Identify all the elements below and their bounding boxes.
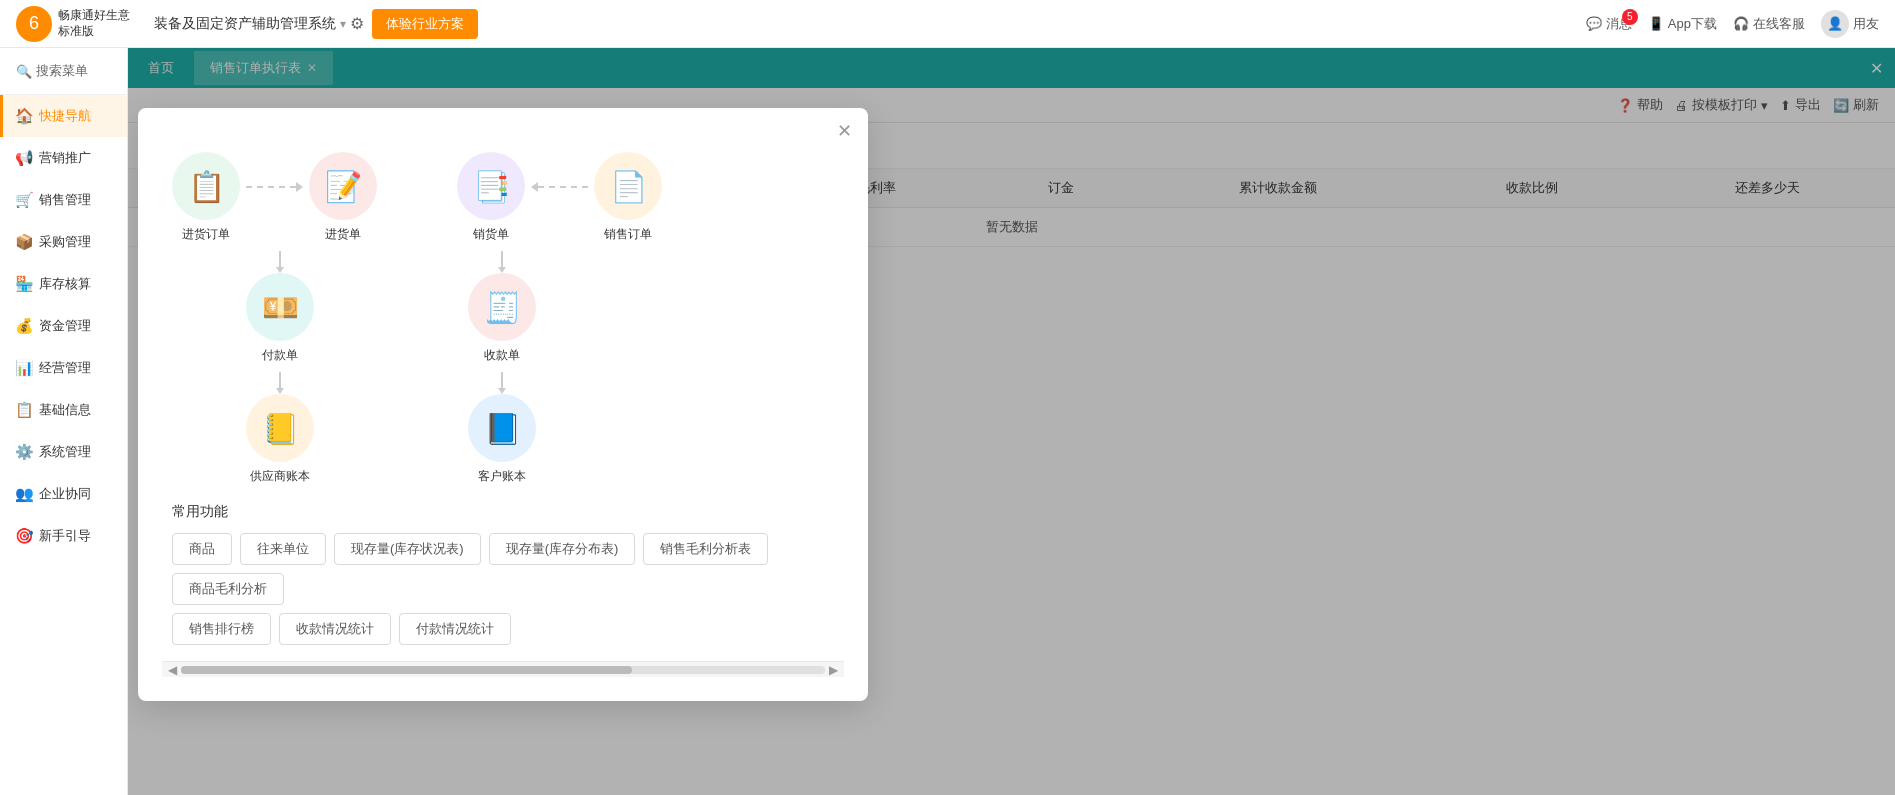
receipt-bill-icon: 🧾 [484, 290, 521, 325]
purchase-order-label: 进货订单 [182, 226, 230, 243]
common-title: 常用功能 [172, 503, 834, 521]
flow-node-purchase-order[interactable]: 📋 进货订单 [172, 152, 240, 243]
top-bar: 6 畅康通好生意 标准版 装备及固定资产辅助管理系统 ▾ ⚙ 体验行业方案 💬 … [0, 0, 1895, 48]
avatar: 👤 [1821, 10, 1849, 38]
func-btn-partners[interactable]: 往来单位 [240, 533, 326, 565]
system-icon: ⚙️ [15, 443, 33, 461]
finance-icon: 💰 [15, 317, 33, 335]
func-btn-goods[interactable]: 商品 [172, 533, 232, 565]
service-icon: 🎧 [1733, 16, 1749, 31]
scrollbar-thumb [181, 666, 632, 674]
customer-ledger-icon: 📘 [484, 411, 521, 446]
guide-icon: 🎯 [15, 527, 33, 545]
main-layout: 🔍 搜索菜单 🏠 快捷导航 📢 营销推广 🛒 销售管理 📦 [0, 48, 1895, 795]
scroll-right-arrow[interactable]: ▶ [825, 663, 842, 677]
flow-node-purchase-bill[interactable]: 📝 进货单 [309, 152, 377, 243]
sidebar-item-purchase[interactable]: 📦 采购管理 [0, 221, 127, 263]
inventory-icon: 🏪 [15, 275, 33, 293]
func-btn-goods-profit[interactable]: 商品毛利分析 [172, 573, 284, 605]
quick-guide-modal: ✕ 📋 进货订单 [138, 108, 868, 701]
common-functions: 常用功能 商品 往来单位 现存量(库存状况表) 现存量(库存分布表) 销售毛利分… [162, 503, 844, 645]
purchase-bill-icon: 📝 [325, 169, 362, 204]
flow-node-payment-bill[interactable]: 💴 付款单 [246, 273, 314, 364]
logo-icon: 6 [16, 6, 52, 42]
sidebar-item-basic-info[interactable]: 📋 基础信息 [0, 389, 127, 431]
basic-info-icon: 📋 [15, 401, 33, 419]
sidebar-item-sales[interactable]: 🛒 销售管理 [0, 179, 127, 221]
func-btn-stock-dist[interactable]: 现存量(库存分布表) [489, 533, 636, 565]
system-title-wrapper: 装备及固定资产辅助管理系统 ▾ ⚙ [154, 14, 364, 33]
sidebar-nav: 🏠 快捷导航 📢 营销推广 🛒 销售管理 📦 采购管理 🏪 库存核 [0, 95, 127, 795]
flow-node-supplier-ledger[interactable]: 📒 供应商账本 [246, 394, 314, 485]
user-menu[interactable]: 👤 用友 [1821, 10, 1879, 38]
purchase-bill-label: 进货单 [325, 226, 361, 243]
func-btn-stock-status[interactable]: 现存量(库存状况表) [334, 533, 481, 565]
flow-node-sales-bill[interactable]: 📑 销货单 [457, 152, 525, 243]
sidebar-item-operations[interactable]: 📊 经营管理 [0, 347, 127, 389]
content-area: 首页 销售订单执行表 ✕ ✕ ❓ 帮助 🖨 按模板打印 ▾ [128, 48, 1895, 795]
sidebar-search-button[interactable]: 🔍 搜索菜单 [8, 58, 119, 84]
sidebar-search-area: 🔍 搜索菜单 [0, 48, 127, 95]
function-buttons: 商品 往来单位 现存量(库存状况表) 现存量(库存分布表) 销售毛利分析表 商品… [172, 533, 834, 605]
trial-button[interactable]: 体验行业方案 [372, 9, 478, 39]
sales-order-label: 销售订单 [604, 226, 652, 243]
brand-text: 畅康通好生意 标准版 [58, 8, 130, 39]
top-bar-right: 💬 消息 5 📱 App下载 🎧 在线客服 👤 用友 [1586, 10, 1879, 38]
receipt-bill-label: 收款单 [484, 347, 520, 364]
payment-bill-icon: 💴 [262, 290, 299, 325]
scrollbar-area: ◀ ▶ [162, 661, 844, 677]
customer-ledger-label: 客户账本 [478, 468, 526, 485]
sidebar: 🔍 搜索菜单 🏠 快捷导航 📢 营销推广 🛒 销售管理 📦 [0, 48, 128, 795]
sidebar-item-quick-nav[interactable]: 🏠 快捷导航 [0, 95, 127, 137]
sidebar-item-enterprise[interactable]: 👥 企业协同 [0, 473, 127, 515]
function-buttons-row2: 销售排行榜 收款情况统计 付款情况统计 [172, 613, 834, 645]
flow-node-receipt-bill[interactable]: 🧾 收款单 [468, 273, 536, 364]
sidebar-item-system[interactable]: ⚙️ 系统管理 [0, 431, 127, 473]
sales-bill-label: 销货单 [473, 226, 509, 243]
modal-overlay: ✕ 📋 进货订单 [128, 48, 1895, 795]
logo-area: 6 畅康通好生意 标准版 [16, 6, 146, 42]
sales-icon: 🛒 [15, 191, 33, 209]
flow-node-customer-ledger[interactable]: 📘 客户账本 [468, 394, 536, 485]
system-title: 装备及固定资产辅助管理系统 [154, 15, 336, 33]
flow-diagram: 📋 进货订单 [162, 132, 844, 503]
supplier-ledger-icon: 📒 [262, 411, 299, 446]
flow-node-sales-order[interactable]: 📄 销售订单 [594, 152, 662, 243]
func-btn-sales-rank[interactable]: 销售排行榜 [172, 613, 271, 645]
enterprise-icon: 👥 [15, 485, 33, 503]
system-dropdown-arrow[interactable]: ▾ [340, 17, 346, 31]
app-download-button[interactable]: 📱 App下载 [1648, 15, 1717, 33]
func-btn-payment-stats[interactable]: 付款情况统计 [399, 613, 511, 645]
supplier-ledger-label: 供应商账本 [250, 468, 310, 485]
sidebar-item-guide[interactable]: 🎯 新手引导 [0, 515, 127, 557]
purchase-order-icon: 📋 [188, 169, 225, 204]
app-icon: 📱 [1648, 16, 1664, 31]
payment-bill-label: 付款单 [262, 347, 298, 364]
home-icon: 🏠 [15, 107, 33, 125]
modal-close-button[interactable]: ✕ [837, 120, 852, 142]
sidebar-item-finance[interactable]: 💰 资金管理 [0, 305, 127, 347]
online-service-button[interactable]: 🎧 在线客服 [1733, 15, 1805, 33]
marketing-icon: 📢 [15, 149, 33, 167]
func-btn-sales-profit[interactable]: 销售毛利分析表 [643, 533, 768, 565]
search-icon: 🔍 [16, 64, 32, 79]
sidebar-item-inventory[interactable]: 🏪 库存核算 [0, 263, 127, 305]
top-bar-left: 6 畅康通好生意 标准版 装备及固定资产辅助管理系统 ▾ ⚙ 体验行业方案 [16, 6, 478, 42]
sales-bill-icon: 📑 [473, 169, 510, 204]
purchase-icon: 📦 [15, 233, 33, 251]
scroll-left-arrow[interactable]: ◀ [164, 663, 181, 677]
message-button[interactable]: 💬 消息 5 [1586, 15, 1632, 33]
sidebar-item-marketing[interactable]: 📢 营销推广 [0, 137, 127, 179]
message-badge: 5 [1622, 9, 1638, 25]
func-btn-receipt-stats[interactable]: 收款情况统计 [279, 613, 391, 645]
settings-icon[interactable]: ⚙ [350, 14, 364, 33]
scrollbar-track[interactable] [181, 666, 825, 674]
message-icon: 💬 [1586, 16, 1602, 31]
operations-icon: 📊 [15, 359, 33, 377]
sales-order-icon: 📄 [610, 169, 647, 204]
